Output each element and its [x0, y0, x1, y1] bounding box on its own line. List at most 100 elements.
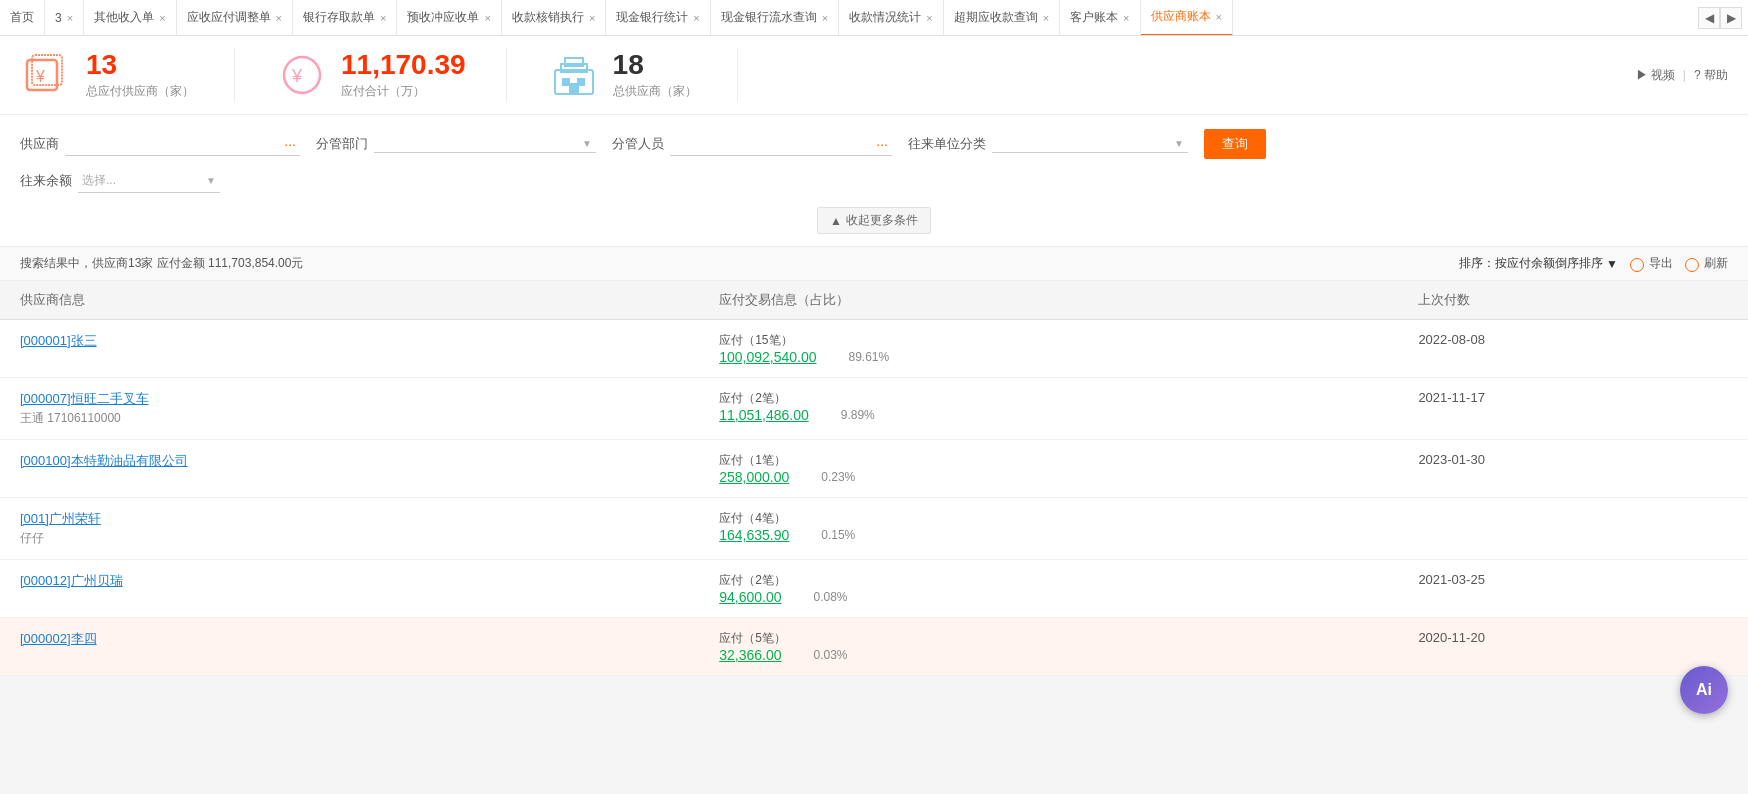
- stat-block-payable-info: 13 总应付供应商（家）: [86, 50, 194, 101]
- person-search-dots[interactable]: ···: [876, 136, 888, 152]
- dept-select-wrap[interactable]: ▼: [374, 135, 596, 153]
- supplier-link[interactable]: [000007]恒旺二手叉车: [20, 391, 149, 406]
- nav-tab-home-label: 首页: [10, 9, 34, 26]
- nav-next-arrow[interactable]: ▶: [1720, 7, 1742, 29]
- sort-label: 排序：按应付余额倒序排序: [1459, 255, 1603, 272]
- tx-cell: 应付（2笔）94,600.000.08%: [699, 560, 1398, 618]
- tx-label: 应付: [719, 631, 743, 645]
- tx-count: （4笔）: [743, 511, 786, 525]
- supplier-link[interactable]: [000012]广州贝瑞: [20, 573, 123, 588]
- balance-select-wrap[interactable]: 选择... ▼: [78, 169, 220, 193]
- chevron-down-icon[interactable]: ▼: [582, 138, 592, 149]
- tx-pct: 0.03%: [813, 648, 847, 662]
- tx-amount[interactable]: 258,000.00: [719, 469, 789, 485]
- tx-amount[interactable]: 94,600.00: [719, 589, 781, 605]
- close-icon[interactable]: ×: [1043, 12, 1049, 24]
- nav-tab-collection-exec[interactable]: 收款核销执行 ×: [502, 0, 606, 36]
- close-icon[interactable]: ×: [693, 12, 699, 24]
- refresh-button[interactable]: 刷新: [1685, 255, 1728, 272]
- close-icon[interactable]: ×: [380, 12, 386, 24]
- close-icon[interactable]: ×: [589, 12, 595, 24]
- result-summary: 搜索结果中，供应商13家 应付金额 111,703,854.00元: [20, 255, 303, 272]
- supplier-search-dots[interactable]: ···: [284, 136, 296, 152]
- nav-tab-overdue-ar[interactable]: 超期应收款查询 ×: [944, 0, 1060, 36]
- stat-block-total-info: 11,170.39 应付合计（万）: [341, 50, 466, 101]
- sort-button[interactable]: 排序：按应付余额倒序排序 ▼: [1459, 255, 1618, 272]
- tx-amount[interactable]: 164,635.90: [719, 527, 789, 543]
- nav-tab-supplier-ledger-label: 供应商账本: [1151, 8, 1211, 25]
- tx-cell: 应付（15笔）100,092,540.0089.61%: [699, 320, 1398, 378]
- tx-info-line: 应付（2笔）: [719, 390, 1378, 407]
- tx-count: （1笔）: [743, 453, 786, 467]
- close-icon[interactable]: ×: [67, 12, 73, 24]
- separator: |: [1683, 68, 1686, 82]
- refresh-radio-icon: [1685, 258, 1699, 272]
- query-button[interactable]: 查询: [1204, 129, 1266, 159]
- supplier-input[interactable]: [69, 137, 281, 151]
- supplier-cell: [000002]李四: [0, 618, 699, 676]
- tx-amount-line: 258,000.000.23%: [719, 469, 1378, 485]
- svg-rect-8: [562, 78, 570, 86]
- collapse-button[interactable]: ▲ 收起更多条件: [817, 207, 931, 234]
- nav-tab-ar-ap-adjust-label: 应收应付调整单: [187, 9, 271, 26]
- chevron-down-icon-3[interactable]: ▼: [206, 175, 216, 186]
- collapse-icon: ▲: [830, 214, 842, 228]
- payable-suppliers-icon: ¥: [20, 48, 74, 102]
- person-input[interactable]: [674, 137, 873, 151]
- total-suppliers-value: 18: [613, 50, 697, 81]
- balance-label: 往来余额: [20, 172, 72, 190]
- supplier-link[interactable]: [000002]李四: [20, 631, 97, 646]
- supplier-link[interactable]: [000100]本特勤油品有限公司: [20, 453, 188, 468]
- table-row: [000100]本特勤油品有限公司应付（1笔）258,000.000.23%20…: [0, 440, 1748, 498]
- tx-pct: 89.61%: [849, 350, 890, 364]
- tx-amount[interactable]: 11,051,486.00: [719, 407, 809, 423]
- close-icon[interactable]: ×: [1216, 11, 1222, 23]
- svg-text:¥: ¥: [291, 66, 303, 86]
- nav-tab-collection-stats[interactable]: 收款情况统计 ×: [839, 0, 943, 36]
- nav-tab-collection-exec-label: 收款核销执行: [512, 9, 584, 26]
- close-icon[interactable]: ×: [276, 12, 282, 24]
- category-select-wrap[interactable]: ▼: [992, 135, 1188, 153]
- top-navigation: 首页 3 × 其他收入单 × 应收应付调整单 × 银行存取款单 × 预收冲应收单…: [0, 0, 1748, 36]
- tx-amount[interactable]: 32,366.00: [719, 647, 781, 663]
- chevron-down-icon-2[interactable]: ▼: [1174, 138, 1184, 149]
- tx-info-line: 应付（15笔）: [719, 332, 1378, 349]
- nav-tab-cash-bank-stats[interactable]: 现金银行统计 ×: [606, 0, 710, 36]
- table-row: [000002]李四应付（5笔）32,366.000.03%2020-11-20: [0, 618, 1748, 676]
- payable-total-label: 应付合计（万）: [341, 83, 466, 100]
- tx-amount-line: 32,366.00 0.03%: [719, 647, 1378, 663]
- nav-tab-prepay-offset[interactable]: 预收冲应收单 ×: [397, 0, 501, 36]
- tx-cell: 应付（2笔）11,051,486.009.89%: [699, 378, 1398, 440]
- close-icon[interactable]: ×: [159, 12, 165, 24]
- close-icon[interactable]: ×: [1123, 12, 1129, 24]
- nav-tab-home[interactable]: 首页: [0, 0, 45, 36]
- stats-bar: ¥ 13 总应付供应商（家） ¥ 11,170.39 应付合计（万）: [0, 36, 1748, 115]
- collapse-label: 收起更多条件: [846, 212, 918, 229]
- video-link[interactable]: ▶ 视频: [1636, 67, 1675, 84]
- svg-text:¥: ¥: [35, 68, 45, 85]
- supplier-cell: [000012]广州贝瑞: [0, 560, 699, 618]
- close-icon[interactable]: ×: [484, 12, 490, 24]
- nav-tab-ar-ap-adjust[interactable]: 应收应付调整单 ×: [177, 0, 293, 36]
- balance-field: 往来余额 选择... ▼: [20, 169, 220, 193]
- supplier-link[interactable]: [001]广州荣轩: [20, 511, 101, 526]
- tx-count: （15笔）: [743, 333, 792, 347]
- nav-tab-collection-stats-label: 收款情况统计: [849, 9, 921, 26]
- nav-tab-customer-ledger[interactable]: 客户账本 ×: [1060, 0, 1140, 36]
- nav-tab-bank-deposit[interactable]: 银行存取款单 ×: [293, 0, 397, 36]
- tx-label: 应付: [719, 333, 743, 347]
- tx-amount[interactable]: 100,092,540.00: [719, 349, 816, 365]
- nav-tab-3[interactable]: 3 ×: [45, 0, 84, 36]
- close-icon[interactable]: ×: [822, 12, 828, 24]
- nav-tab-supplier-ledger[interactable]: 供应商账本 ×: [1141, 0, 1233, 36]
- supplier-link[interactable]: [000001]张三: [20, 333, 97, 348]
- tx-amount-line: 100,092,540.00 89.61%: [719, 349, 1378, 365]
- last-pay-cell: 2022-08-08: [1398, 320, 1748, 378]
- nav-tab-other-income[interactable]: 其他收入单 ×: [84, 0, 176, 36]
- close-icon[interactable]: ×: [926, 12, 932, 24]
- tx-label: 应付: [719, 573, 743, 587]
- help-link[interactable]: ? 帮助: [1694, 67, 1728, 84]
- nav-prev-arrow[interactable]: ◀: [1698, 7, 1720, 29]
- nav-tab-cash-flow-query[interactable]: 现金银行流水查询 ×: [711, 0, 839, 36]
- export-button[interactable]: 导出: [1630, 255, 1673, 272]
